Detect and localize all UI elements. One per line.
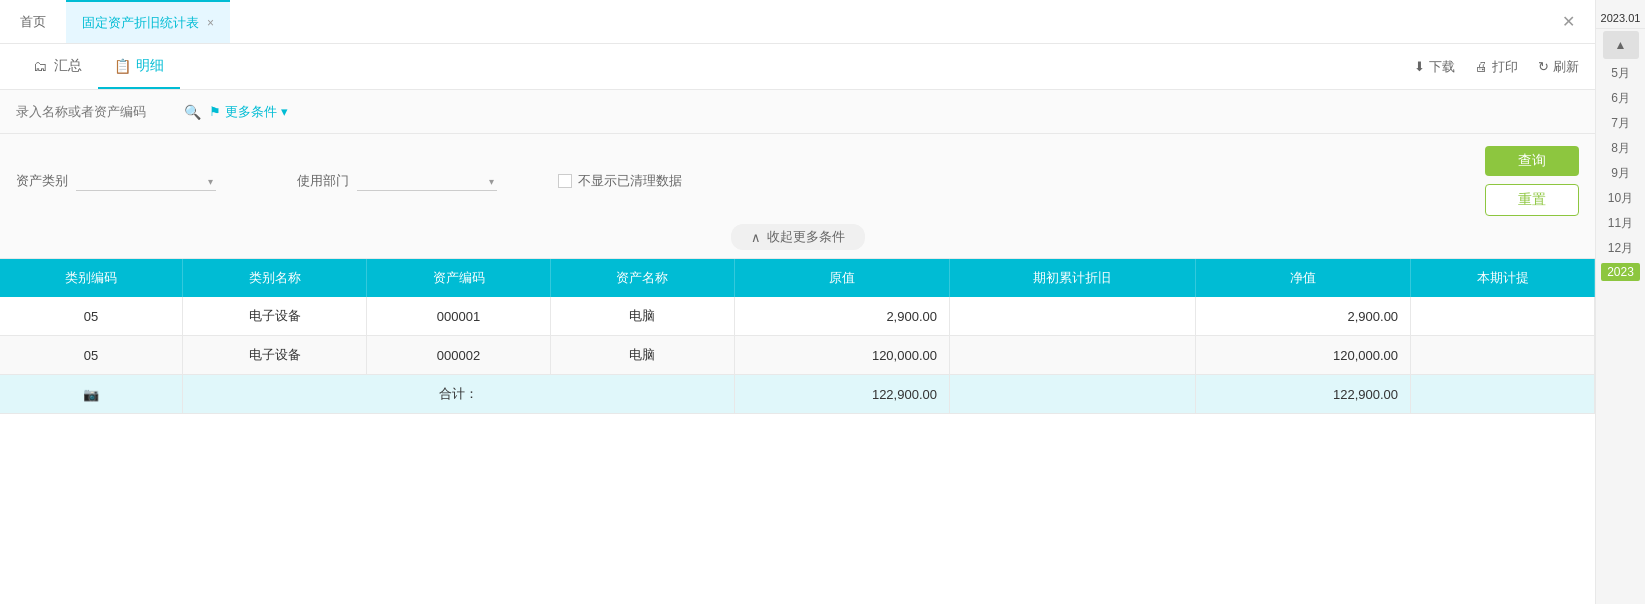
sidebar-month-5[interactable]: 5月 — [1596, 61, 1645, 86]
sidebar-date-header: 2023.01 — [1596, 8, 1645, 29]
collapse-button[interactable]: ∧ 收起更多条件 — [731, 224, 865, 250]
cell-net-value: 120,000.00 — [1195, 336, 1410, 375]
hide-cleared-checkbox[interactable] — [558, 174, 572, 188]
home-nav-item[interactable]: 首页 — [0, 0, 66, 43]
cell-asset-code: 000002 — [367, 336, 551, 375]
sidebar-month-9[interactable]: 9月 — [1596, 161, 1645, 186]
tab-summary[interactable]: 🗂 汇总 — [16, 44, 98, 89]
asset-category-label: 资产类别 — [16, 172, 68, 190]
sidebar-month-11[interactable]: 11月 — [1596, 211, 1645, 236]
active-tab[interactable]: 固定资产折旧统计表 × — [66, 0, 230, 43]
sidebar-month-12[interactable]: 12月 — [1596, 236, 1645, 261]
cell-current-depreciation — [1411, 336, 1595, 375]
cell-net-value: 2,900.00 — [1195, 297, 1410, 336]
cell-category-code: 05 — [0, 336, 183, 375]
table-row: 05 电子设备 000002 电脑 120,000.00 120,000.00 — [0, 336, 1595, 375]
print-icon: 🖨 — [1475, 59, 1488, 74]
table-header-row: 类别编码 类别名称 资产编码 资产名称 原值 期初累计折旧 净值 本期计提 — [0, 259, 1595, 297]
sidebar-month-7[interactable]: 7月 — [1596, 111, 1645, 136]
department-label: 使用部门 — [297, 172, 349, 190]
detail-icon: 📋 — [114, 58, 130, 74]
search-icon[interactable]: 🔍 — [184, 104, 201, 120]
total-accumulated-depreciation — [949, 375, 1195, 414]
cell-accumulated-depreciation — [949, 297, 1195, 336]
sidebar-month-8[interactable]: 8月 — [1596, 136, 1645, 161]
tab-detail[interactable]: 📋 明细 — [98, 44, 180, 89]
more-conditions-label: 更多条件 — [225, 103, 277, 121]
refresh-label: 刷新 — [1553, 58, 1579, 76]
sidebar-scroll-up-icon[interactable]: ▲ — [1603, 31, 1639, 59]
col-header-accumulated-depreciation: 期初累计折旧 — [949, 259, 1195, 297]
department-arrow-icon: ▾ — [489, 176, 494, 187]
cell-category-name: 电子设备 — [183, 336, 367, 375]
department-input[interactable] — [357, 171, 497, 191]
sidebar-month-6[interactable]: 6月 — [1596, 86, 1645, 111]
hide-cleared-area: 不显示已清理数据 — [558, 172, 682, 190]
total-icon: 📷 — [0, 375, 183, 414]
data-table: 类别编码 类别名称 资产编码 资产名称 原值 期初累计折旧 净值 本期计提 05… — [0, 259, 1595, 414]
collapse-bar: ∧ 收起更多条件 — [16, 224, 1579, 250]
tab-detail-label: 明细 — [136, 57, 164, 75]
department-field: 使用部门 ▾ — [297, 171, 494, 191]
chevron-down-icon: ▾ — [281, 104, 288, 119]
top-nav: 首页 固定资产折旧统计表 × ✕ — [0, 0, 1595, 44]
total-row: 📷 合计： 122,900.00 122,900.00 — [0, 375, 1595, 414]
col-header-category-code: 类别编码 — [0, 259, 183, 297]
print-label: 打印 — [1492, 58, 1518, 76]
cell-category-name: 电子设备 — [183, 297, 367, 336]
window-close-icon[interactable]: ✕ — [1562, 12, 1595, 31]
sidebar-month-10[interactable]: 10月 — [1596, 186, 1645, 211]
tab-summary-label: 汇总 — [54, 57, 82, 75]
reset-button[interactable]: 重置 — [1485, 184, 1579, 216]
tab-close-icon[interactable]: × — [207, 16, 214, 30]
right-sidebar: 2023.01 ▲ 5月 6月 7月 8月 9月 10月 11月 12月 202… — [1595, 0, 1645, 604]
sidebar-year-badge[interactable]: 2023 — [1601, 263, 1640, 281]
refresh-icon: ↻ — [1538, 59, 1549, 74]
col-header-category-name: 类别名称 — [183, 259, 367, 297]
cell-current-depreciation — [1411, 297, 1595, 336]
toolbar-actions: ⬇ 下载 🖨 打印 ↻ 刷新 — [1414, 58, 1579, 76]
col-header-asset-name: 资产名称 — [550, 259, 734, 297]
more-conditions-button[interactable]: ⚑ 更多条件 ▾ — [209, 103, 288, 121]
cell-original-value: 120,000.00 — [734, 336, 949, 375]
total-current-depreciation — [1411, 375, 1595, 414]
collapse-icon: ∧ — [751, 230, 761, 245]
asset-category-arrow-icon: ▾ — [208, 176, 213, 187]
print-button[interactable]: 🖨 打印 — [1475, 58, 1518, 76]
asset-category-input[interactable] — [76, 171, 216, 191]
download-icon: ⬇ — [1414, 59, 1425, 74]
download-button[interactable]: ⬇ 下载 — [1414, 58, 1455, 76]
col-header-original-value: 原值 — [734, 259, 949, 297]
asset-category-field: 资产类别 ▾ — [16, 171, 213, 191]
cell-asset-name: 电脑 — [550, 336, 734, 375]
summary-icon: 🗂 — [32, 58, 48, 74]
table-row: 05 电子设备 000001 电脑 2,900.00 2,900.00 — [0, 297, 1595, 336]
filter-actions: 查询 重置 — [1485, 146, 1579, 216]
search-input[interactable] — [16, 104, 176, 119]
cell-asset-code: 000001 — [367, 297, 551, 336]
advanced-filter: 资产类别 ▾ 使用部门 ▾ 不显示已清理数据 查询 重置 ∧ 收起更多条件 — [0, 134, 1595, 259]
total-original-value: 122,900.00 — [734, 375, 949, 414]
collapse-label: 收起更多条件 — [767, 228, 845, 246]
tab-bar: 🗂 汇总 📋 明细 ⬇ 下载 🖨 打印 ↻ 刷新 — [0, 44, 1595, 90]
table-wrapper: 类别编码 类别名称 资产编码 资产名称 原值 期初累计折旧 净值 本期计提 05… — [0, 259, 1595, 604]
query-button[interactable]: 查询 — [1485, 146, 1579, 176]
col-header-net-value: 净值 — [1195, 259, 1410, 297]
filter-icon: ⚑ — [209, 104, 221, 119]
refresh-button[interactable]: ↻ 刷新 — [1538, 58, 1579, 76]
active-tab-label: 固定资产折旧统计表 — [82, 14, 199, 32]
search-bar: 🔍 ⚑ 更多条件 ▾ — [0, 90, 1595, 134]
cell-accumulated-depreciation — [949, 336, 1195, 375]
cell-asset-name: 电脑 — [550, 297, 734, 336]
hide-cleared-label: 不显示已清理数据 — [578, 172, 682, 190]
cell-category-code: 05 — [0, 297, 183, 336]
col-header-current-depreciation: 本期计提 — [1411, 259, 1595, 297]
download-label: 下载 — [1429, 58, 1455, 76]
col-header-asset-code: 资产编码 — [367, 259, 551, 297]
cell-original-value: 2,900.00 — [734, 297, 949, 336]
total-label: 合计： — [183, 375, 735, 414]
filter-row-1: 资产类别 ▾ 使用部门 ▾ 不显示已清理数据 查询 重置 — [16, 146, 1579, 216]
total-net-value: 122,900.00 — [1195, 375, 1410, 414]
